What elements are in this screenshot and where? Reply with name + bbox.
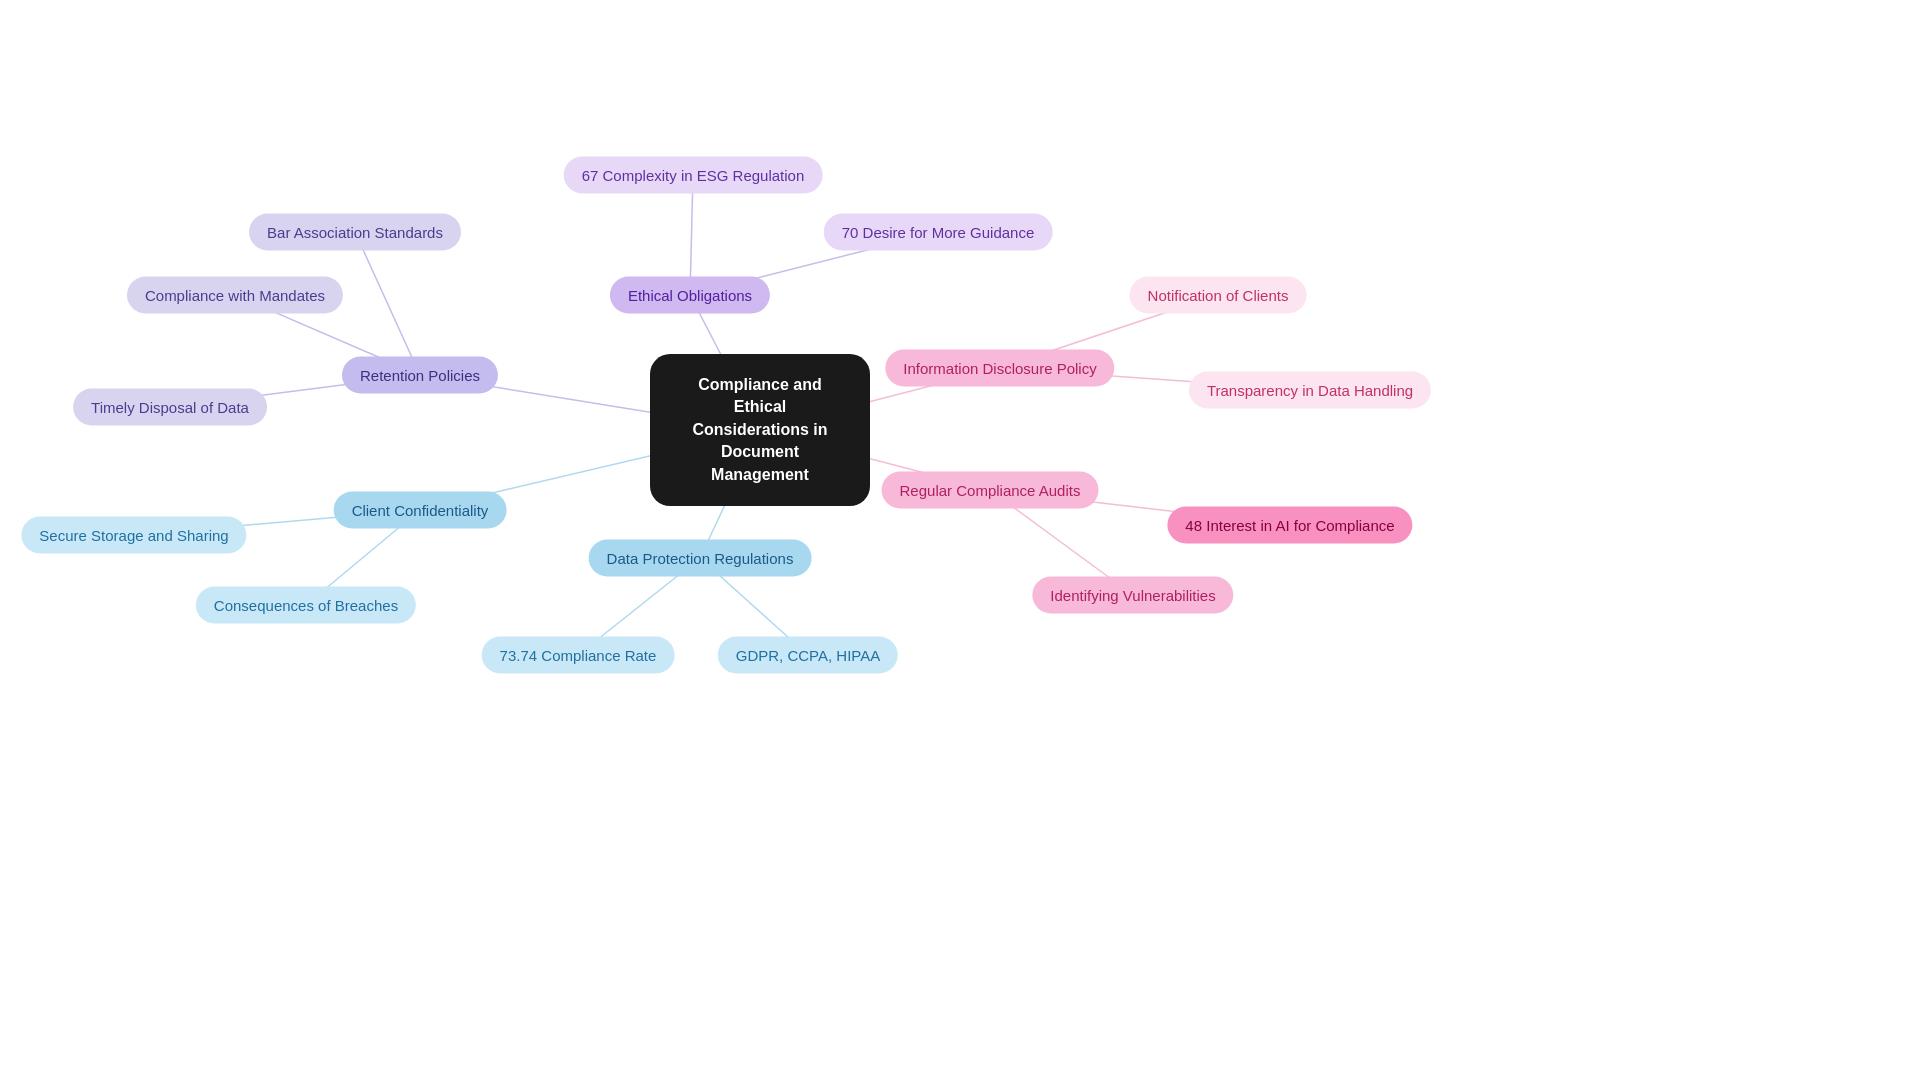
node-information-disclosure: Information Disclosure Policy: [885, 350, 1114, 387]
node-notification-clients: Notification of Clients: [1130, 277, 1307, 314]
node-gdpr-ccpa: GDPR, CCPA, HIPAA: [718, 637, 898, 674]
svg-line-2: [355, 232, 420, 375]
connections-svg: [0, 0, 1920, 1083]
node-timely-disposal: Timely Disposal of Data: [73, 389, 267, 426]
center-node: Compliance and Ethical Considerations in…: [650, 354, 870, 506]
node-consequences-breaches: Consequences of Breaches: [196, 587, 416, 624]
node-client-confidentiality: Client Confidentiality: [334, 492, 507, 529]
node-compliance-mandates: Compliance with Mandates: [127, 277, 343, 314]
mindmap-container: Compliance and Ethical Considerations in…: [0, 0, 1920, 1083]
node-transparency-data: Transparency in Data Handling: [1189, 372, 1431, 409]
node-ethical-obligations: Ethical Obligations: [610, 277, 770, 314]
node-desire-guidance: 70 Desire for More Guidance: [824, 214, 1053, 251]
node-compliance-rate: 73.74 Compliance Rate: [482, 637, 675, 674]
node-bar-association: Bar Association Standards: [249, 214, 461, 251]
node-data-protection: Data Protection Regulations: [589, 540, 812, 577]
node-complexity-esg: 67 Complexity in ESG Regulation: [564, 157, 823, 194]
node-ai-compliance: 48 Interest in AI for Compliance: [1167, 507, 1412, 544]
node-retention-policies: Retention Policies: [342, 357, 498, 394]
node-secure-storage: Secure Storage and Sharing: [21, 517, 246, 554]
node-regular-audits: Regular Compliance Audits: [882, 472, 1099, 509]
node-identifying-vulnerabilities: Identifying Vulnerabilities: [1032, 577, 1233, 614]
